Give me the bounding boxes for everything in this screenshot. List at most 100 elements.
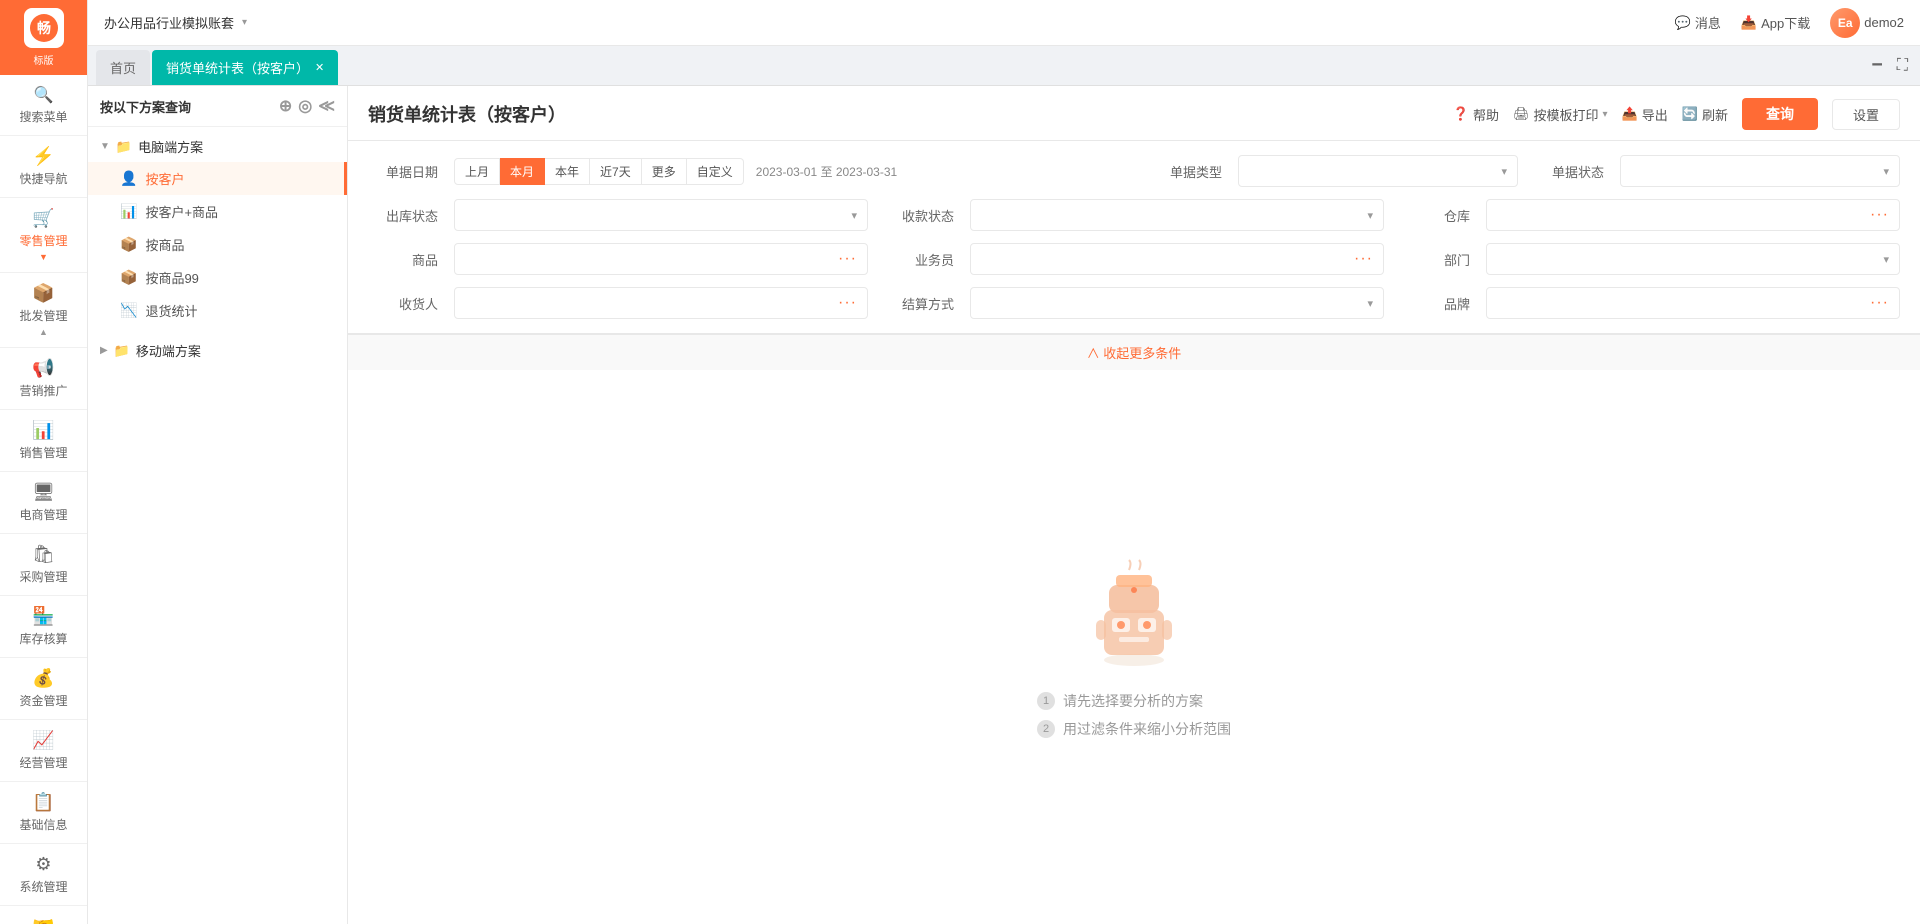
- sidebar-item-sales[interactable]: 📊 销售管理: [0, 410, 87, 472]
- system-icon: ⚙: [35, 854, 51, 875]
- template-print-btn[interactable]: 🖨 按模板打印 ▾: [1513, 105, 1608, 124]
- sidebar-item-finance[interactable]: 💰 资金管理: [0, 658, 87, 720]
- by-product-icon: 📦: [120, 236, 137, 253]
- payment-status-control[interactable]: ▾: [970, 199, 1384, 231]
- collapse-bar[interactable]: ∧ 收起更多条件: [348, 334, 1920, 370]
- tab-maximize-btn[interactable]: ⛶: [1893, 55, 1912, 77]
- search-button[interactable]: 查询: [1742, 98, 1818, 130]
- sidebar-search-label: 搜索菜单: [19, 108, 67, 125]
- message-btn[interactable]: 💬 消息: [1675, 13, 1721, 32]
- help-icon: ❓: [1453, 106, 1469, 122]
- date-range-text: 2023-03-01 至 2023-03-31: [756, 163, 897, 180]
- salesperson-control[interactable]: ···: [970, 243, 1384, 275]
- doc-type-control[interactable]: ▾: [1238, 155, 1518, 187]
- scheme-group-mobile-title[interactable]: ▶ 📁 移动端方案: [88, 335, 347, 366]
- date-filter: 上月 本月 本年 近7天 更多 自定义 2023-03-01 至 2023-03…: [454, 158, 1136, 185]
- sidebar-item-operation[interactable]: 📈 经营管理: [0, 720, 87, 782]
- by-product-label: 按商品: [145, 235, 184, 254]
- receiver-control[interactable]: ···: [454, 287, 868, 319]
- sales-icon: 📊: [32, 420, 54, 441]
- scheme-item-return-stat[interactable]: 📉 退货统计: [88, 294, 347, 327]
- page-title: 销货单统计表（按客户）: [368, 101, 566, 137]
- sidebar-item-search[interactable]: 🔍 搜索菜单: [0, 75, 87, 136]
- sidebar-item-retail[interactable]: 🛒 零售管理 ▼: [0, 198, 87, 273]
- settings-button[interactable]: 设置: [1832, 99, 1900, 130]
- settlement-control[interactable]: ▾: [970, 287, 1384, 319]
- scheme-item-by-customer-product[interactable]: 📊 按客户+商品: [88, 195, 347, 228]
- tabs-bar: 首页 销货单统计表（按客户） ✕ 🗕 ⛶: [88, 46, 1920, 86]
- department-control[interactable]: ▾: [1486, 243, 1900, 275]
- sidebar-item-marketing[interactable]: 📢 营销推广: [0, 348, 87, 410]
- date-tab-last-7[interactable]: 近7天: [590, 158, 642, 185]
- sidebar-item-system[interactable]: ⚙ 系统管理: [0, 844, 87, 906]
- refresh-btn[interactable]: 🔄 刷新: [1682, 105, 1728, 124]
- logo-icon: 畅: [24, 8, 64, 48]
- sidebar-retail-label: 零售管理: [19, 232, 67, 249]
- brand-control[interactable]: ···: [1486, 287, 1900, 319]
- tab-close-btn[interactable]: ✕: [315, 61, 324, 74]
- empty-illustration: [1074, 555, 1194, 675]
- mobile-arrow-icon: ▶: [100, 345, 108, 356]
- product-dots: ···: [838, 250, 857, 268]
- sidebar-item-basic[interactable]: 📋 基础信息: [0, 782, 87, 844]
- avatar: Ea: [1830, 8, 1860, 38]
- tab-home[interactable]: 首页: [96, 50, 150, 85]
- sidebar-inventory-label: 库存核算: [19, 630, 67, 647]
- tip-item-2: 2 用过滤条件来缩小分析范围: [1037, 719, 1231, 739]
- print-dropdown-arrow[interactable]: ▾: [1603, 109, 1608, 120]
- tip-1-text: 请先选择要分析的方案: [1063, 691, 1203, 711]
- search-icon: 🔍: [34, 85, 54, 105]
- doc-status-control[interactable]: ▾: [1620, 155, 1900, 187]
- date-tab-this-year[interactable]: 本年: [545, 158, 590, 185]
- help-btn[interactable]: ❓ 帮助: [1453, 105, 1499, 124]
- sidebar-sales-label: 销售管理: [19, 444, 67, 461]
- tab-minimize-btn[interactable]: 🗕: [1867, 50, 1886, 81]
- tabs-bar-right: 🗕 ⛶: [1867, 50, 1912, 85]
- return-stat-label: 退货统计: [145, 301, 197, 320]
- sidebar-item-quick-nav[interactable]: ⚡ 快捷导航: [0, 136, 87, 198]
- app-download-btn[interactable]: 📥 App下载: [1741, 13, 1810, 32]
- export-btn[interactable]: 📤 导出: [1622, 105, 1668, 124]
- user-area[interactable]: Ea demo2: [1830, 8, 1904, 38]
- sidebar-system-label: 系统管理: [19, 878, 67, 895]
- sidebar-quick-nav-label: 快捷导航: [19, 170, 67, 187]
- warehouse-control[interactable]: ···: [1486, 199, 1900, 231]
- date-tab-custom[interactable]: 自定义: [687, 158, 744, 185]
- scheme-item-by-product-99[interactable]: 📦 按商品99: [88, 261, 347, 294]
- date-tab-last-month[interactable]: 上月: [454, 158, 500, 185]
- salesperson-dots: ···: [1354, 250, 1373, 268]
- sidebar-item-ecommerce[interactable]: 🖥 电商管理: [0, 472, 87, 534]
- page-actions: ❓ 帮助 🖨 按模板打印 ▾ 📤 导出 🔄 刷新: [1453, 98, 1900, 140]
- sidebar-basic-label: 基础信息: [19, 816, 67, 833]
- basic-icon: 📋: [32, 792, 54, 813]
- warehouse-dots: ···: [1870, 206, 1889, 224]
- sidebar-item-enterprise[interactable]: 🤝 企业协同: [0, 906, 87, 924]
- out-status-control[interactable]: ▾: [454, 199, 868, 231]
- collapse-bar-label: ∧ 收起更多条件: [1087, 346, 1182, 361]
- tab-sales-stat[interactable]: 销货单统计表（按客户） ✕: [152, 50, 338, 85]
- scheme-group-desktop-title[interactable]: ▼ 📁 电脑端方案: [88, 131, 347, 162]
- product-control[interactable]: ···: [454, 243, 868, 275]
- ecommerce-icon: 🖥: [32, 482, 55, 503]
- sidebar-item-inventory[interactable]: 🏪 库存核算: [0, 596, 87, 658]
- sidebar-item-purchase[interactable]: 🛍 采购管理: [0, 534, 87, 596]
- main-area: 办公用品行业模拟账套 ▾ 💬 消息 📥 App下载 Ea demo2 首页 销货…: [88, 0, 1920, 924]
- by-product-99-icon: 📦: [120, 269, 137, 286]
- filter-row-3: 商品 ··· 业务员 ··· 部门 ▾: [368, 243, 1900, 275]
- collapse-panel-btn[interactable]: ≪: [318, 96, 335, 116]
- empty-state: 1 请先选择要分析的方案 2 用过滤条件来缩小分析范围: [348, 370, 1920, 924]
- date-tab-more[interactable]: 更多: [642, 158, 687, 185]
- scheme-item-by-product[interactable]: 📦 按商品: [88, 228, 347, 261]
- edit-scheme-btn[interactable]: ◎: [298, 96, 312, 116]
- sidebar-item-wholesale[interactable]: 📦 批发管理 ▲: [0, 273, 87, 348]
- out-status-label: 出库状态: [368, 206, 438, 225]
- industry-dropdown-arrow[interactable]: ▾: [242, 17, 247, 28]
- date-tab-this-month[interactable]: 本月: [500, 158, 545, 185]
- app-download-label: App下载: [1761, 13, 1810, 32]
- scheme-item-by-customer[interactable]: 👤 按客户: [88, 162, 347, 195]
- desktop-arrow-icon: ▼: [100, 141, 110, 152]
- add-scheme-btn[interactable]: ⊕: [279, 96, 292, 116]
- sidebar-ecommerce-label: 电商管理: [19, 506, 67, 523]
- date-label: 单据日期: [368, 162, 438, 181]
- scheme-group-desktop: ▼ 📁 电脑端方案 👤 按客户 📊 按客户+商品 📦 按商品 📦: [88, 127, 347, 331]
